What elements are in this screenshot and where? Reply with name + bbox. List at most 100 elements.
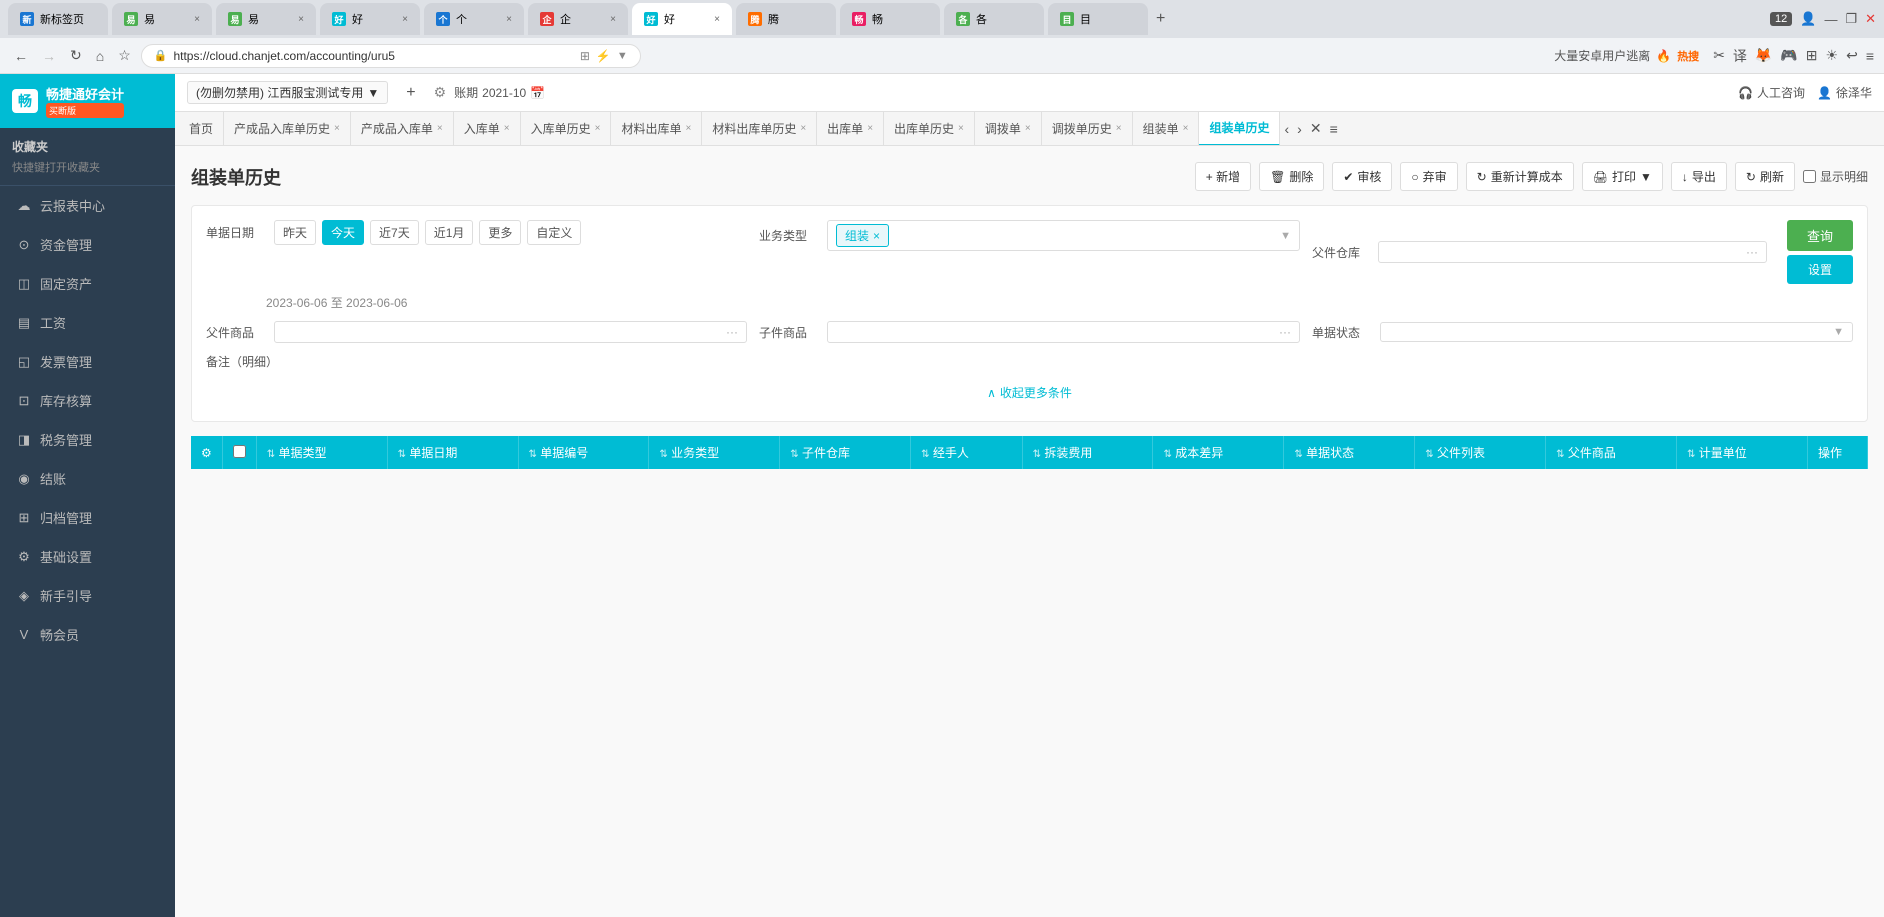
child-goods-more[interactable]: ··· [1279, 325, 1291, 339]
close-out-order[interactable]: × [867, 123, 873, 134]
close-material-out-history[interactable]: × [800, 123, 806, 134]
new-tab-button[interactable]: + [1152, 10, 1169, 28]
sun-icon[interactable]: ☀ [1826, 47, 1839, 64]
page-tab-material-out-history[interactable]: 材料出库单历史 × [702, 112, 817, 146]
add-button[interactable]: + 新增 [1195, 162, 1251, 191]
col-order-status-header[interactable]: ⇅ 单据状态 [1284, 436, 1415, 469]
parent-goods-more[interactable]: ··· [726, 325, 738, 339]
service-button[interactable]: 🎧 人工咨询 [1738, 84, 1805, 101]
scissors-icon[interactable]: ✂ [1713, 47, 1725, 64]
close-produce-in-history[interactable]: × [334, 123, 340, 134]
sidebar-item-settlement[interactable]: ◉ 结账 [0, 459, 175, 498]
sidebar-item-inventory[interactable]: ⊡ 库存核算 [0, 381, 175, 420]
close-material-out[interactable]: × [685, 123, 691, 134]
dropdown-arrow[interactable]: ▼ [617, 50, 628, 62]
add-company-button[interactable]: + [396, 79, 425, 107]
restore-button[interactable]: ❐ [1845, 11, 1857, 27]
query-button[interactable]: 查询 [1787, 220, 1853, 251]
browser-tab-8[interactable]: 腾 腾 [736, 3, 836, 35]
settings-icon[interactable]: ⚙ [201, 446, 212, 460]
browser-tab-7[interactable]: 好 好 × [632, 3, 732, 35]
profile-icon[interactable]: 👤 [1800, 11, 1816, 27]
date-btn-yesterday[interactable]: 昨天 [274, 220, 316, 245]
browser-tab-5[interactable]: 个 个 × [424, 3, 524, 35]
browser-tab-10[interactable]: 各 各 [944, 3, 1044, 35]
refresh-button[interactable]: ↻ 刷新 [1735, 162, 1795, 191]
order-status-select[interactable]: ▼ [1380, 322, 1853, 342]
collapse-button[interactable]: ∧ 收起更多条件 [206, 378, 1853, 407]
date-btn-custom[interactable]: 自定义 [527, 220, 581, 245]
show-detail-checkbox[interactable] [1803, 170, 1816, 183]
browser-tab-2[interactable]: 易 易 × [112, 3, 212, 35]
browser-tab-9[interactable]: 畅 畅 [840, 3, 940, 35]
undo-icon[interactable]: ↩ [1846, 47, 1858, 64]
page-tab-produce-in-history[interactable]: 产成品入库单历史 × [224, 112, 351, 146]
date-btn-1month[interactable]: 近1月 [425, 220, 474, 245]
close-out-history[interactable]: × [958, 123, 964, 134]
tab-scroll-left[interactable]: ‹ [1280, 121, 1293, 137]
col-child-warehouse-header[interactable]: ⇅ 子件仓库 [780, 436, 911, 469]
sidebar-item-invoice-mgmt[interactable]: ◱ 发票管理 [0, 342, 175, 381]
date-btn-today[interactable]: 今天 [322, 220, 364, 245]
tab-close-7[interactable]: × [714, 14, 720, 25]
user-info[interactable]: 👤 徐泽华 [1817, 84, 1872, 101]
tab-close-current[interactable]: ✕ [1306, 120, 1326, 137]
tab-close-4[interactable]: × [402, 14, 408, 25]
browser-tab-11[interactable]: 目 目 [1048, 3, 1148, 35]
minimize-button[interactable]: — [1824, 12, 1837, 27]
sidebar-item-fund-mgmt[interactable]: ⊙ 资金管理 [0, 225, 175, 264]
col-order-type-header[interactable]: ⇅ 单据类型 [256, 436, 387, 469]
home-button[interactable]: ⌂ [92, 46, 108, 66]
close-assemble[interactable]: × [1025, 123, 1031, 134]
print-button[interactable]: 🖨 打印 ▼ [1582, 162, 1663, 191]
order-status-dropdown[interactable]: ▼ [1833, 326, 1844, 338]
menu-icon[interactable]: ≡ [1866, 48, 1874, 64]
page-tab-in-order[interactable]: 入库单 × [454, 112, 521, 146]
browser-tab-3[interactable]: 易 易 × [216, 3, 316, 35]
setup-button[interactable]: 设置 [1787, 255, 1853, 284]
col-parent-goods-header[interactable]: ⇅ 父件商品 [1546, 436, 1677, 469]
page-tab-assemble-history[interactable]: 调拨单历史 × [1042, 112, 1133, 146]
col-order-no-header[interactable]: ⇅ 单据编号 [518, 436, 649, 469]
col-checkbox-header[interactable] [222, 436, 256, 469]
tab-close-6[interactable]: × [610, 14, 616, 25]
sidebar-item-member[interactable]: V 畅会员 [0, 615, 175, 654]
tab-more-menu[interactable]: ≡ [1326, 121, 1342, 137]
company-selector[interactable]: (勿删勿禁用) 江西服宝测试专用 ▼ [187, 81, 388, 104]
parent-goods-input[interactable]: ··· [274, 321, 747, 343]
print-dropdown[interactable]: ▼ [1640, 170, 1652, 184]
grid-icon[interactable]: ⊞ [1806, 47, 1818, 64]
col-handler-header[interactable]: ⇅ 经手人 [911, 436, 1022, 469]
date-btn-7days[interactable]: 近7天 [370, 220, 419, 245]
page-tab-produce-in[interactable]: 产成品入库单 × [351, 112, 454, 146]
translate-icon[interactable]: 译 [1733, 46, 1747, 66]
sidebar-item-fixed-assets[interactable]: ◫ 固定资产 [0, 264, 175, 303]
address-bar[interactable]: 🔒 https://cloud.chanjet.com/accounting/u… [141, 44, 641, 68]
parent-warehouse-input[interactable]: ··· [1378, 241, 1767, 263]
page-tab-in-history[interactable]: 入库单历史 × [521, 112, 612, 146]
delete-button[interactable]: 🗑 删除 [1259, 162, 1324, 191]
close-assemble-history[interactable]: × [1116, 123, 1122, 134]
recalculate-button[interactable]: ↻ 重新计算成本 [1466, 162, 1574, 191]
settings-gear-icon[interactable]: ⚙ [434, 84, 447, 101]
page-tab-kit[interactable]: 组装单 × [1133, 112, 1200, 146]
browser-tab-6[interactable]: 企 企 × [528, 3, 628, 35]
close-produce-in[interactable]: × [437, 123, 443, 134]
business-type-tag-close[interactable]: × [873, 229, 880, 243]
sidebar-item-guide[interactable]: ◈ 新手引导 [0, 576, 175, 615]
page-tab-out-history[interactable]: 出库单历史 × [884, 112, 975, 146]
date-btn-more[interactable]: 更多 [479, 220, 521, 245]
browser-tab-1[interactable]: 新 新标签页 [8, 3, 108, 35]
page-tab-home[interactable]: 首页 [179, 112, 224, 146]
page-tab-out-order[interactable]: 出库单 × [817, 112, 884, 146]
forward-button[interactable]: → [38, 46, 60, 66]
col-parent-list-header[interactable]: ⇅ 父件列表 [1415, 436, 1546, 469]
col-settings-header[interactable]: ⚙ [191, 436, 222, 469]
page-tab-kit-history[interactable]: 组装单历史 [1199, 112, 1280, 146]
tab-scroll-right[interactable]: › [1293, 121, 1306, 137]
parent-warehouse-more[interactable]: ··· [1746, 245, 1758, 259]
game-icon[interactable]: 🎮 [1780, 47, 1797, 64]
select-all-checkbox[interactable] [233, 445, 246, 458]
export-button[interactable]: ↓ 导出 [1671, 162, 1727, 191]
review-button[interactable]: ✔ 审核 [1332, 162, 1392, 191]
